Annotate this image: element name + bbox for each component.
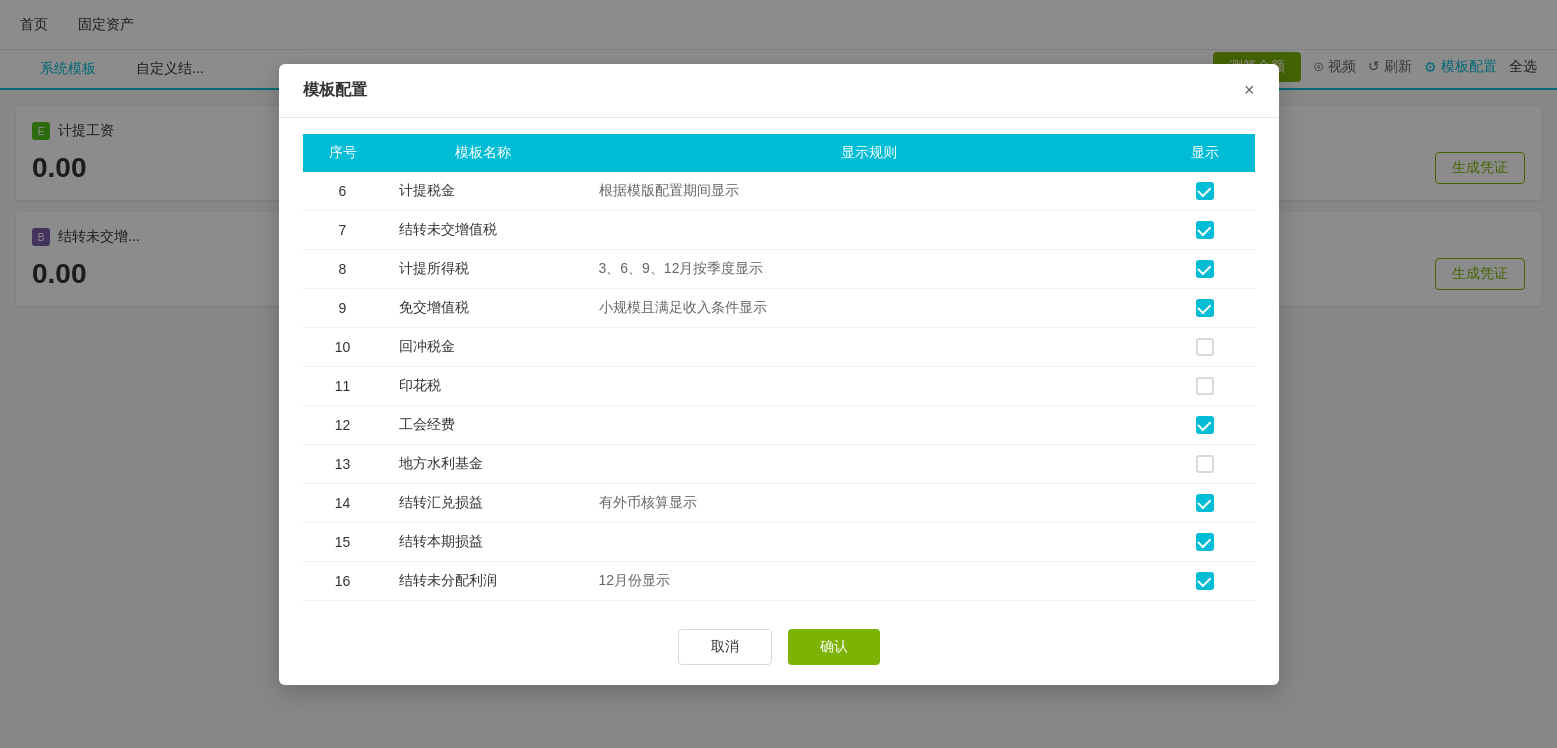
row-name: 印花税 bbox=[383, 366, 583, 405]
table-row: 11印花税 bbox=[303, 366, 1255, 405]
row-checkbox-cell bbox=[1155, 444, 1255, 483]
row-index: 12 bbox=[303, 405, 383, 444]
row-index: 16 bbox=[303, 561, 383, 600]
table-row: 6计提税金根据模版配置期间显示 bbox=[303, 172, 1255, 211]
col-header-display: 显示 bbox=[1155, 134, 1255, 172]
table-row: 12工会经费 bbox=[303, 405, 1255, 444]
modal-overlay: 模板配置 × 序号 模板名称 显示规则 显示 6计提税金根据模版配置期间显 bbox=[0, 0, 1557, 748]
dialog-footer: 取消 确认 bbox=[279, 617, 1279, 685]
row-index: 9 bbox=[303, 288, 383, 327]
table-row: 8计提所得税3、6、9、12月按季度显示 bbox=[303, 249, 1255, 288]
table-row: 16结转未分配利润12月份显示 bbox=[303, 561, 1255, 600]
row-index: 14 bbox=[303, 483, 383, 522]
row-checkbox-cell bbox=[1155, 327, 1255, 366]
confirm-button[interactable]: 确认 bbox=[788, 629, 880, 665]
table-row: 13地方水利基金 bbox=[303, 444, 1255, 483]
close-dialog-button[interactable]: × bbox=[1244, 81, 1255, 99]
checkbox-10[interactable] bbox=[1196, 338, 1214, 356]
row-rule bbox=[583, 444, 1155, 483]
row-index: 11 bbox=[303, 366, 383, 405]
row-name: 结转汇兑损益 bbox=[383, 483, 583, 522]
table-row: 10回冲税金 bbox=[303, 327, 1255, 366]
table-row: 15结转本期损益 bbox=[303, 522, 1255, 561]
table-row: 14结转汇兑损益有外币核算显示 bbox=[303, 483, 1255, 522]
row-checkbox-cell bbox=[1155, 249, 1255, 288]
checkbox-11[interactable] bbox=[1196, 377, 1214, 395]
dialog-title: 模板配置 bbox=[303, 80, 367, 101]
checkbox-12[interactable] bbox=[1196, 416, 1214, 434]
row-checkbox-cell bbox=[1155, 172, 1255, 211]
row-name: 计提税金 bbox=[383, 172, 583, 211]
row-name: 结转未交增值税 bbox=[383, 210, 583, 249]
row-rule: 3、6、9、12月按季度显示 bbox=[583, 249, 1155, 288]
row-name: 结转未分配利润 bbox=[383, 561, 583, 600]
row-rule bbox=[583, 522, 1155, 561]
row-rule bbox=[583, 366, 1155, 405]
col-header-name: 模板名称 bbox=[383, 134, 583, 172]
row-rule: 根据模版配置期间显示 bbox=[583, 172, 1155, 211]
checkbox-9[interactable] bbox=[1196, 299, 1214, 317]
checkbox-8[interactable] bbox=[1196, 260, 1214, 278]
row-name: 地方水利基金 bbox=[383, 444, 583, 483]
row-index: 7 bbox=[303, 210, 383, 249]
row-checkbox-cell bbox=[1155, 561, 1255, 600]
checkbox-7[interactable] bbox=[1196, 221, 1214, 239]
checkbox-6[interactable] bbox=[1196, 182, 1214, 200]
dialog-body: 序号 模板名称 显示规则 显示 6计提税金根据模版配置期间显示7结转未交增值税8… bbox=[279, 118, 1279, 617]
row-rule bbox=[583, 210, 1155, 249]
table-header: 序号 模板名称 显示规则 显示 bbox=[303, 134, 1255, 172]
row-rule bbox=[583, 327, 1155, 366]
row-rule: 小规模且满足收入条件显示 bbox=[583, 288, 1155, 327]
row-checkbox-cell bbox=[1155, 483, 1255, 522]
row-name: 工会经费 bbox=[383, 405, 583, 444]
table-row: 9免交增值税小规模且满足收入条件显示 bbox=[303, 288, 1255, 327]
row-name: 免交增值税 bbox=[383, 288, 583, 327]
row-index: 15 bbox=[303, 522, 383, 561]
row-rule: 12月份显示 bbox=[583, 561, 1155, 600]
checkbox-14[interactable] bbox=[1196, 494, 1214, 512]
row-name: 回冲税金 bbox=[383, 327, 583, 366]
checkbox-15[interactable] bbox=[1196, 533, 1214, 551]
dialog-header: 模板配置 × bbox=[279, 64, 1279, 118]
row-name: 结转本期损益 bbox=[383, 522, 583, 561]
row-index: 13 bbox=[303, 444, 383, 483]
checkbox-16[interactable] bbox=[1196, 572, 1214, 590]
row-name: 计提所得税 bbox=[383, 249, 583, 288]
col-header-rule: 显示规则 bbox=[583, 134, 1155, 172]
config-table: 序号 模板名称 显示规则 显示 6计提税金根据模版配置期间显示7结转未交增值税8… bbox=[303, 134, 1255, 601]
col-header-index: 序号 bbox=[303, 134, 383, 172]
row-checkbox-cell bbox=[1155, 210, 1255, 249]
row-rule bbox=[583, 405, 1155, 444]
row-checkbox-cell bbox=[1155, 288, 1255, 327]
table-body: 6计提税金根据模版配置期间显示7结转未交增值税8计提所得税3、6、9、12月按季… bbox=[303, 172, 1255, 601]
cancel-button[interactable]: 取消 bbox=[678, 629, 772, 665]
checkbox-13[interactable] bbox=[1196, 455, 1214, 473]
table-scroll-container[interactable]: 序号 模板名称 显示规则 显示 6计提税金根据模版配置期间显示7结转未交增值税8… bbox=[303, 118, 1255, 601]
template-config-dialog: 模板配置 × 序号 模板名称 显示规则 显示 6计提税金根据模版配置期间显 bbox=[279, 64, 1279, 685]
row-checkbox-cell bbox=[1155, 366, 1255, 405]
row-checkbox-cell bbox=[1155, 405, 1255, 444]
row-index: 6 bbox=[303, 172, 383, 211]
row-index: 8 bbox=[303, 249, 383, 288]
row-rule: 有外币核算显示 bbox=[583, 483, 1155, 522]
table-row: 7结转未交增值税 bbox=[303, 210, 1255, 249]
row-checkbox-cell bbox=[1155, 522, 1255, 561]
row-index: 10 bbox=[303, 327, 383, 366]
